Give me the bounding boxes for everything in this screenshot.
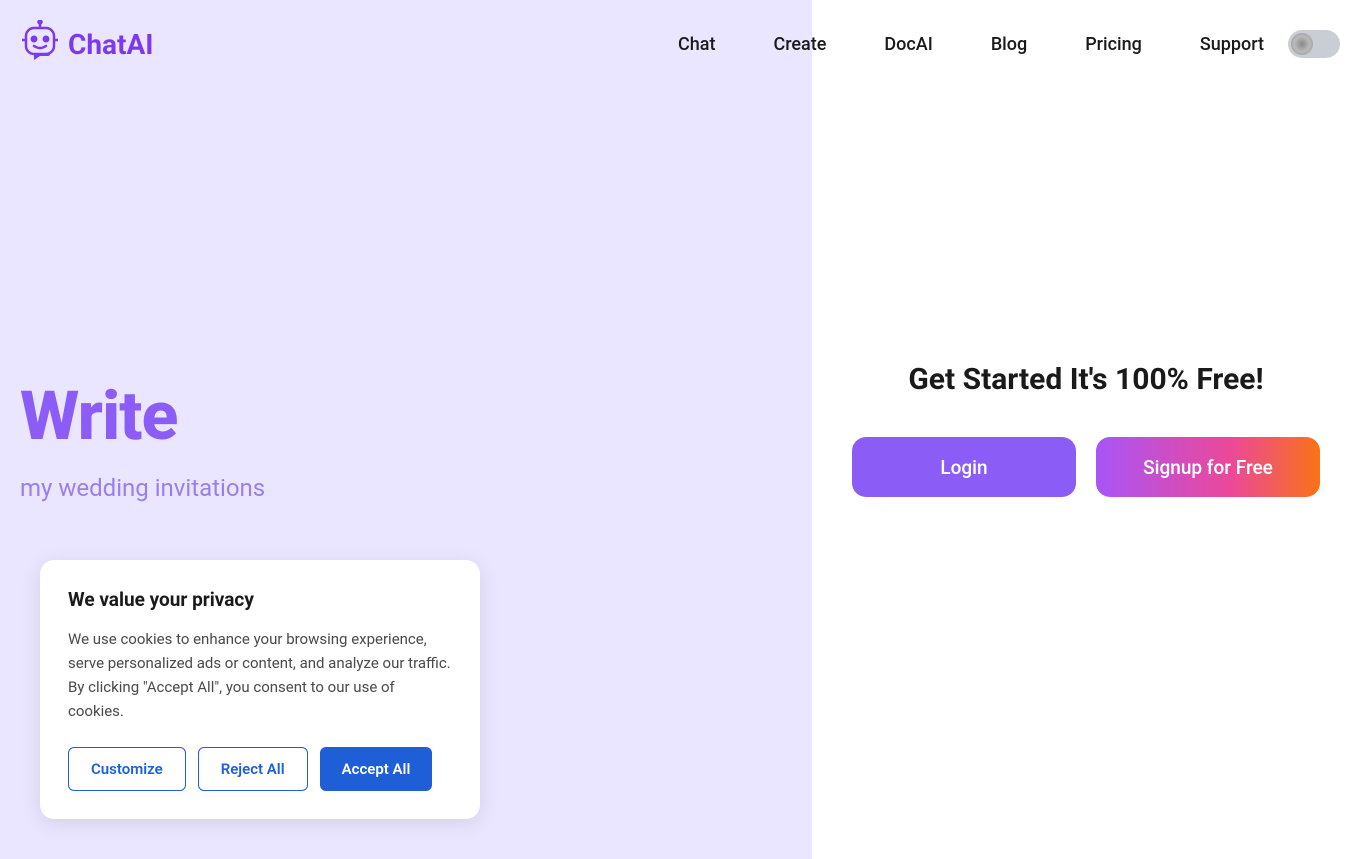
main-nav: Chat Create DocAI Blog Pricing Support	[678, 30, 1340, 58]
logo-text: ChatAI	[68, 28, 153, 61]
nav-item-support[interactable]: Support	[1200, 34, 1264, 55]
cookie-body: We use cookies to enhance your browsing …	[68, 627, 452, 723]
nav-item-blog[interactable]: Blog	[991, 34, 1027, 55]
login-button[interactable]: Login	[852, 437, 1076, 497]
cookie-buttons: Customize Reject All Accept All	[68, 747, 452, 791]
left-panel: Write my wedding invitations We value yo…	[0, 0, 812, 859]
cookie-banner: We value your privacy We use cookies to …	[40, 560, 480, 819]
signup-button[interactable]: Signup for Free	[1096, 437, 1320, 497]
hero-content: Write my wedding invitations	[20, 382, 265, 502]
nav-item-pricing[interactable]: Pricing	[1085, 34, 1142, 55]
right-panel: Get Started It's 100% Free! Login Signup…	[812, 0, 1360, 859]
nav-item-create[interactable]: Create	[773, 34, 826, 55]
accept-all-button[interactable]: Accept All	[320, 747, 433, 791]
nav-item-chat[interactable]: Chat	[678, 34, 715, 55]
cta-heading: Get Started It's 100% Free!	[908, 362, 1263, 397]
theme-toggle-knob	[1291, 33, 1313, 55]
customize-button[interactable]: Customize	[68, 747, 186, 791]
logo-link[interactable]: ChatAI	[20, 20, 153, 68]
reject-all-button[interactable]: Reject All	[198, 747, 308, 791]
page-container: Write my wedding invitations We value yo…	[0, 0, 1360, 859]
theme-toggle[interactable]	[1288, 30, 1340, 58]
header: ChatAI Chat Create DocAI Blog Pricing Su…	[0, 0, 1360, 88]
robot-icon	[20, 20, 60, 68]
hero-subtitle: my wedding invitations	[20, 474, 265, 502]
cookie-title: We value your privacy	[68, 588, 452, 611]
hero-title: Write	[20, 382, 265, 450]
cta-buttons: Login Signup for Free	[832, 437, 1340, 497]
nav-item-docai[interactable]: DocAI	[884, 34, 932, 55]
